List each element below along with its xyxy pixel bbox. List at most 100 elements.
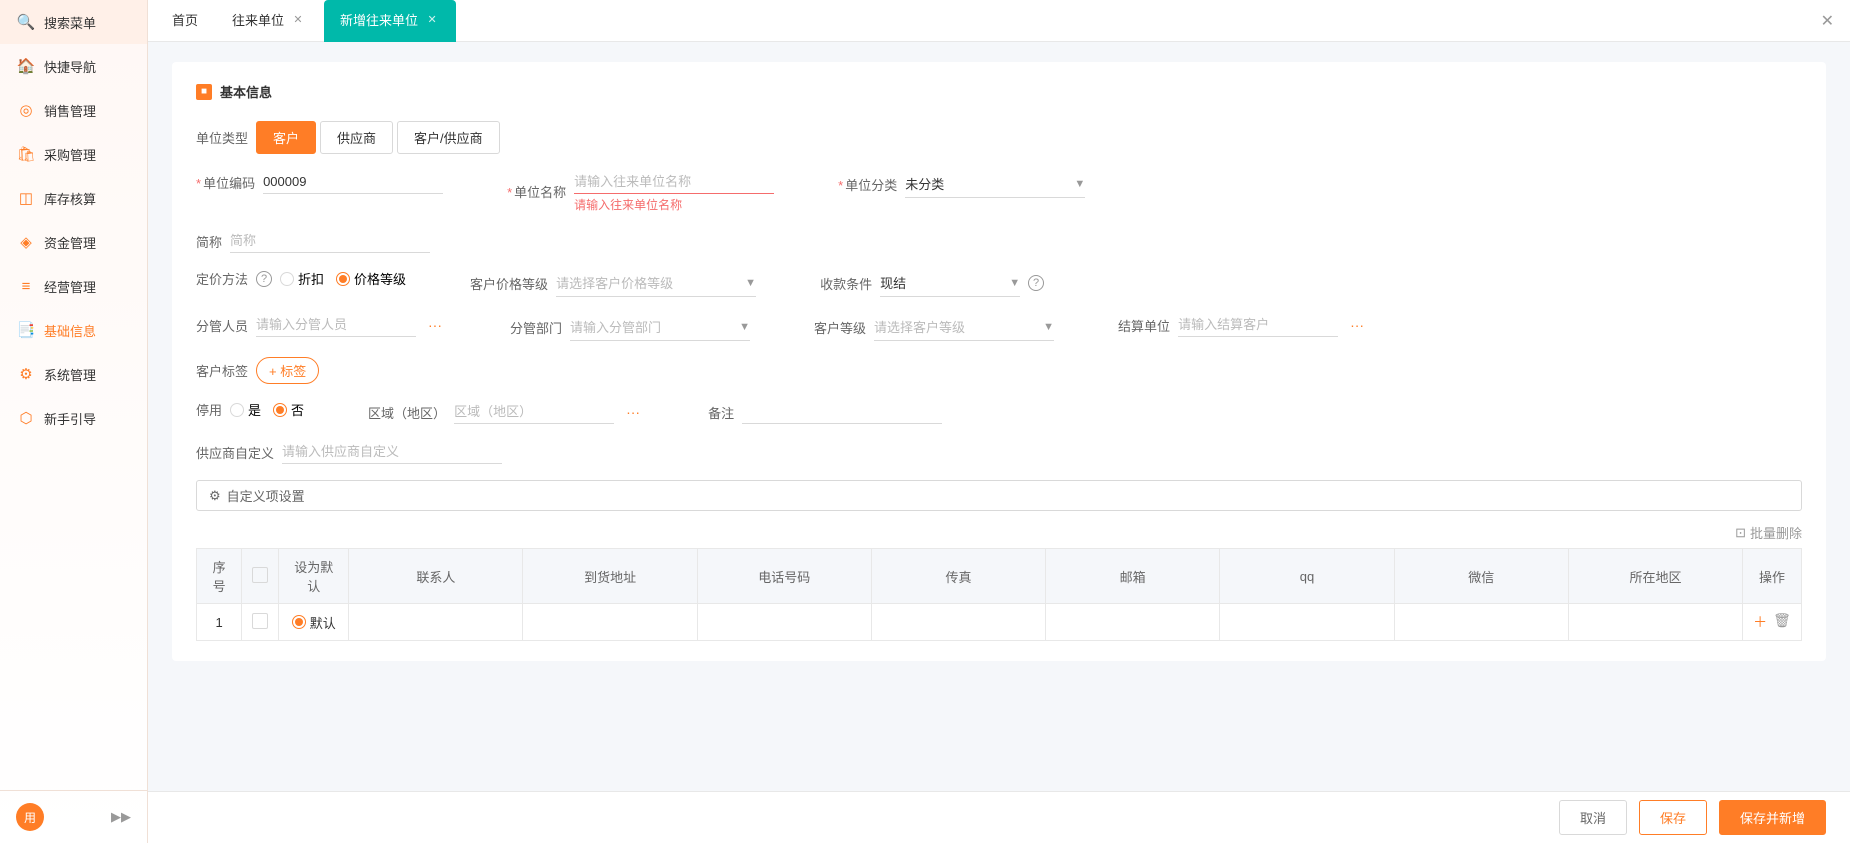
payment-terms-select[interactable]: 现结 ▼ bbox=[880, 269, 1020, 297]
pricing-option-discount[interactable]: 折扣 bbox=[280, 269, 324, 288]
pricing-method-help[interactable]: ? bbox=[256, 271, 272, 287]
tab-partners-close[interactable]: ✕ bbox=[290, 12, 306, 28]
email-input[interactable] bbox=[1056, 615, 1209, 630]
dept-group: 分管部门 请输入分管部门 ▼ bbox=[510, 313, 750, 341]
phone-input[interactable] bbox=[708, 615, 861, 630]
delete-row-button[interactable]: 🗑 bbox=[1773, 612, 1791, 632]
customer-level-select[interactable]: 请选择客户等级 ▼ bbox=[874, 313, 1054, 341]
cell-address[interactable] bbox=[523, 604, 697, 641]
footer: 取消 保存 保存并新增 bbox=[148, 791, 1850, 843]
unit-code-group: *单位编码 bbox=[196, 170, 443, 194]
disabled-region-row: 停用 是 否 区域（地区） bbox=[196, 400, 1802, 424]
payment-terms-help[interactable]: ? bbox=[1028, 275, 1044, 291]
cell-email[interactable] bbox=[1046, 604, 1220, 641]
pricing-method-label: 定价方法 bbox=[196, 269, 248, 288]
unit-type-group: 单位类型 客户 供应商 客户/供应商 bbox=[196, 121, 500, 154]
row-region-input[interactable] bbox=[1579, 615, 1732, 630]
sidebar: 🔍 搜索菜单 🏠 快捷导航 ◎ 销售管理 🛍 采购管理 ◫ 库存核算 ◈ 资金管… bbox=[0, 0, 148, 843]
batch-delete-area: ⊡ 批量删除 bbox=[196, 523, 1802, 542]
sidebar-item-label: 快捷导航 bbox=[44, 57, 96, 76]
default-radio[interactable] bbox=[292, 615, 306, 629]
tab-new-partner[interactable]: 新增往来单位 ✕ bbox=[324, 0, 456, 42]
guide-icon: ⬡ bbox=[16, 408, 36, 428]
sidebar-item-finance[interactable]: ◈ 资金管理 bbox=[0, 220, 147, 264]
customer-price-select[interactable]: 请选择客户价格等级 ▼ bbox=[556, 269, 756, 297]
wechat-input[interactable] bbox=[1405, 615, 1558, 630]
dept-label: 分管部门 bbox=[510, 318, 562, 337]
tag-btn-label: + 标签 bbox=[269, 361, 306, 380]
cell-seq: 1 bbox=[197, 604, 242, 641]
settlement-input[interactable] bbox=[1178, 313, 1338, 337]
type-btn-customer[interactable]: 客户 bbox=[256, 121, 316, 154]
dept-select[interactable]: 请输入分管部门 ▼ bbox=[570, 313, 750, 341]
supplier-custom-row: 供应商自定义 bbox=[196, 440, 1802, 464]
row-checkbox[interactable] bbox=[252, 613, 268, 629]
sidebar-item-label: 销售管理 bbox=[44, 101, 96, 120]
select-all-checkbox[interactable] bbox=[252, 567, 268, 583]
qq-input[interactable] bbox=[1230, 615, 1383, 630]
disabled-no[interactable]: 否 bbox=[273, 400, 304, 419]
unit-category-select[interactable]: 未分类 ▼ bbox=[905, 170, 1085, 198]
address-input[interactable] bbox=[533, 615, 686, 630]
col-wechat: 微信 bbox=[1394, 549, 1568, 604]
disabled-yes[interactable]: 是 bbox=[230, 400, 261, 419]
cell-region[interactable] bbox=[1568, 604, 1742, 641]
sidebar-item-purchase[interactable]: 🛍 采购管理 bbox=[0, 132, 147, 176]
disabled-yes-label: 是 bbox=[248, 400, 261, 419]
list-icon: ≡ bbox=[16, 276, 36, 296]
add-row-button[interactable]: ＋ bbox=[1753, 612, 1767, 632]
customer-level-placeholder: 请选择客户等级 bbox=[874, 317, 1039, 336]
save-button[interactable]: 保存 bbox=[1639, 800, 1707, 835]
avatar: 用 bbox=[16, 803, 44, 831]
save-new-button[interactable]: 保存并新增 bbox=[1719, 800, 1826, 835]
manager-input[interactable] bbox=[256, 313, 416, 337]
cell-fax[interactable] bbox=[871, 604, 1045, 641]
supplier-custom-input[interactable] bbox=[282, 440, 502, 464]
region-input[interactable] bbox=[454, 400, 614, 424]
add-tag-button[interactable]: + 标签 bbox=[256, 357, 319, 384]
sidebar-item-sales[interactable]: ◎ 销售管理 bbox=[0, 88, 147, 132]
fax-input[interactable] bbox=[882, 615, 1035, 630]
cell-phone[interactable] bbox=[697, 604, 871, 641]
sidebar-item-guide[interactable]: ⬡ 新手引导 bbox=[0, 396, 147, 440]
sidebar-item-inventory[interactable]: ◫ 库存核算 bbox=[0, 176, 147, 220]
col-phone: 电话号码 bbox=[697, 549, 871, 604]
cell-contact[interactable] bbox=[349, 604, 523, 641]
disabled-label: 停用 bbox=[196, 400, 222, 419]
remarks-input[interactable] bbox=[742, 400, 942, 424]
window-close-button[interactable]: ✕ bbox=[1813, 7, 1842, 35]
settlement-more-btn[interactable]: ··· bbox=[1346, 317, 1368, 333]
type-btn-supplier[interactable]: 供应商 bbox=[320, 121, 393, 154]
region-more-btn[interactable]: ··· bbox=[622, 404, 644, 420]
sidebar-item-system[interactable]: ⚙ 系统管理 bbox=[0, 352, 147, 396]
unit-name-input[interactable] bbox=[574, 170, 774, 194]
cell-qq[interactable] bbox=[1220, 604, 1394, 641]
tab-new-partner-close[interactable]: ✕ bbox=[424, 12, 440, 28]
type-btn-both[interactable]: 客户/供应商 bbox=[397, 121, 500, 154]
pricing-row: 定价方法 ? 折扣 价格等级 客户价格等 bbox=[196, 269, 1802, 297]
contact-input[interactable] bbox=[359, 615, 512, 630]
sidebar-item-operations[interactable]: ≡ 经营管理 bbox=[0, 264, 147, 308]
settlement-group: 结算单位 ··· bbox=[1118, 313, 1368, 337]
sidebar-item-search[interactable]: 🔍 搜索菜单 bbox=[0, 0, 147, 44]
tab-home[interactable]: 首页 bbox=[156, 0, 214, 42]
col-qq: qq bbox=[1220, 549, 1394, 604]
pricing-option-grade[interactable]: 价格等级 bbox=[336, 269, 406, 288]
unit-code-input[interactable] bbox=[263, 170, 443, 194]
customer-price-group: 客户价格等级 请选择客户价格等级 ▼ bbox=[470, 269, 756, 297]
sidebar-item-quick-nav[interactable]: 🏠 快捷导航 bbox=[0, 44, 147, 88]
sidebar-item-basic-info[interactable]: 📑 基础信息 bbox=[0, 308, 147, 352]
chevron-down-icon-2: ▼ bbox=[745, 277, 756, 289]
tag-group: 客户标签 + 标签 bbox=[196, 357, 319, 384]
tab-partners[interactable]: 往来单位 ✕ bbox=[216, 0, 322, 42]
cell-wechat[interactable] bbox=[1394, 604, 1568, 641]
custom-settings-button[interactable]: ⚙ 自定义项设置 bbox=[196, 480, 1802, 511]
bag-icon: 🛍 bbox=[16, 144, 36, 164]
cancel-button[interactable]: 取消 bbox=[1559, 800, 1627, 835]
short-name-input[interactable] bbox=[230, 229, 430, 253]
short-name-group: 简称 bbox=[196, 229, 430, 253]
batch-delete-label[interactable]: 批量删除 bbox=[1750, 523, 1802, 542]
cell-check[interactable] bbox=[242, 604, 279, 641]
sidebar-expand-icon[interactable]: ▶▶ bbox=[111, 809, 131, 825]
manager-more-btn[interactable]: ··· bbox=[424, 317, 446, 333]
